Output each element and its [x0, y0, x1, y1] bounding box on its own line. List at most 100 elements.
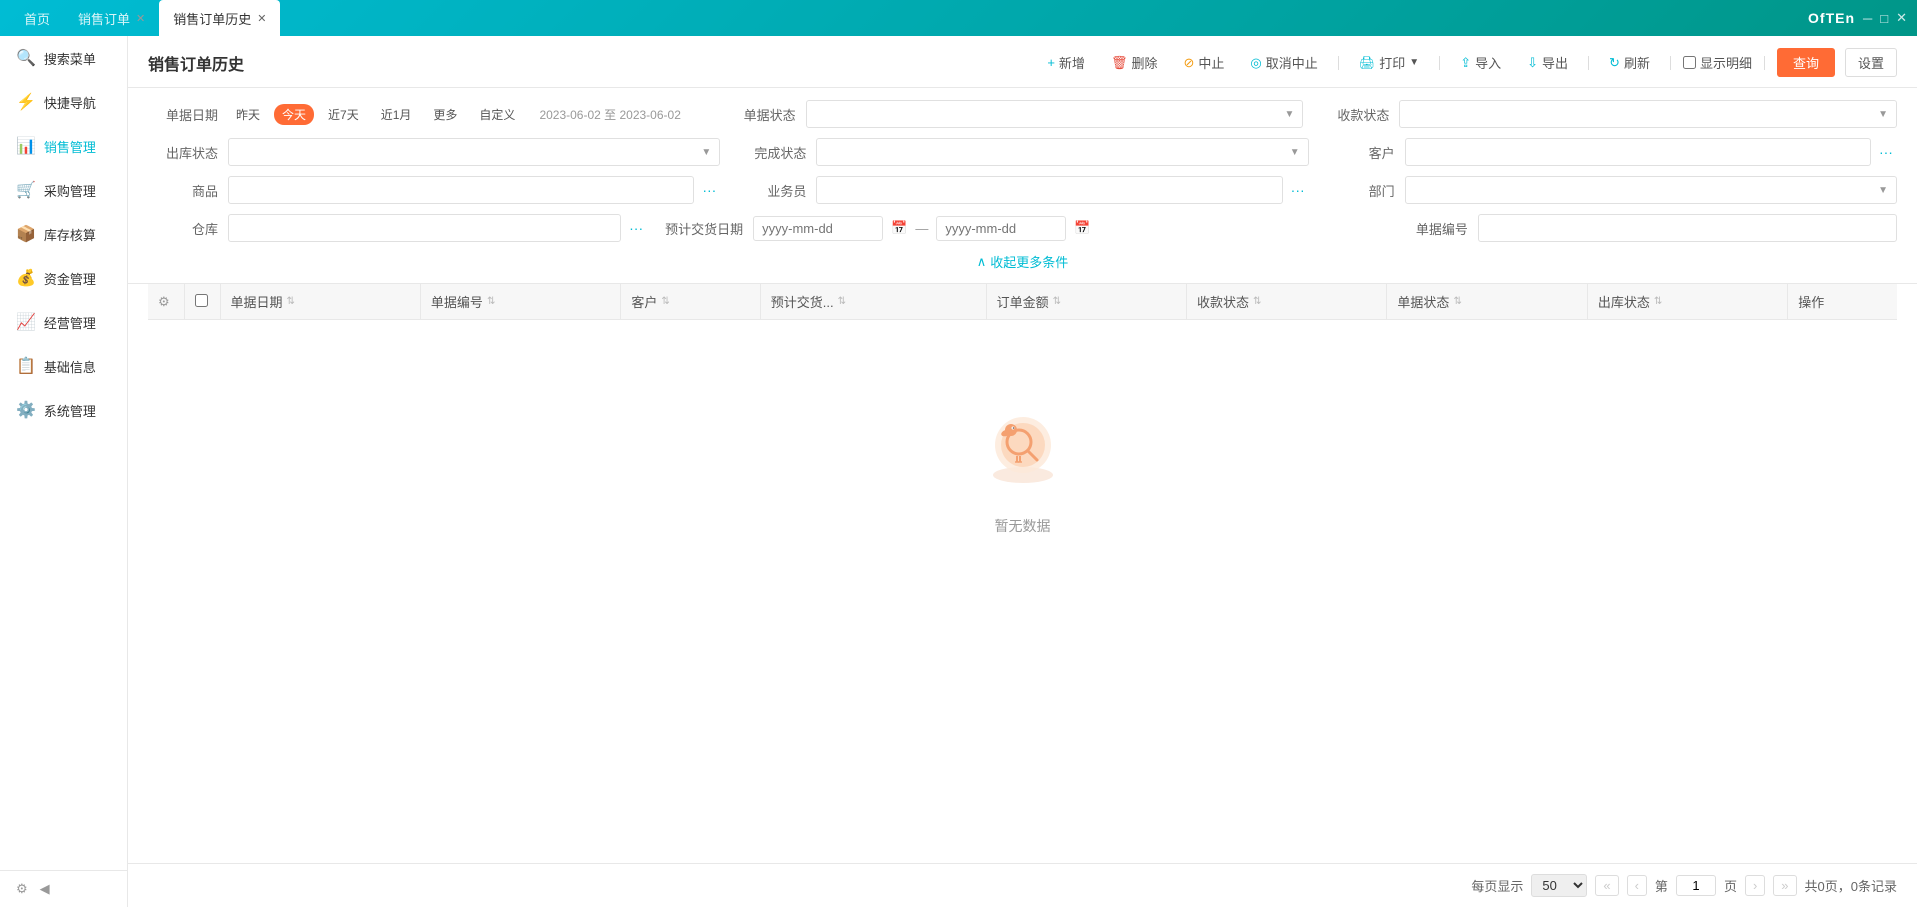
close-btn[interactable]: ✕	[1896, 10, 1907, 26]
date-tag-1month[interactable]: 近1月	[373, 104, 420, 125]
delivery-status-select[interactable]: ▼	[228, 138, 720, 166]
prev-page-button[interactable]: ‹	[1627, 875, 1647, 896]
print-button[interactable]: 🖨 打印 ▼	[1351, 49, 1427, 76]
date-tag-custom[interactable]: 自定义	[471, 104, 523, 125]
delete-button[interactable]: 🗑 删除	[1103, 49, 1166, 76]
th-date[interactable]: 单据日期 ⇅	[220, 284, 420, 320]
new-label: 新增	[1059, 53, 1085, 72]
th-customer[interactable]: 客户 ⇅	[621, 284, 760, 320]
salesperson-label: 业务员	[736, 181, 816, 200]
maximize-btn[interactable]: □	[1880, 11, 1888, 26]
sidebar-item-inventory[interactable]: 📦 库存核算	[0, 212, 127, 256]
date-tag-yesterday[interactable]: 昨天	[228, 104, 268, 125]
th-delivery[interactable]: 预计交货... ⇅	[760, 284, 986, 320]
finance-icon: 💰	[16, 268, 36, 288]
sidebar-item-basic-info[interactable]: 📋 基础信息	[0, 344, 127, 388]
import-button[interactable]: ⇪ 导入	[1452, 49, 1509, 76]
close-tab-sales-order[interactable]: ✕	[136, 12, 145, 25]
sidebar-item-sys-mgmt[interactable]: ⚙️ 系统管理	[0, 388, 127, 432]
sidebar-item-quick-nav[interactable]: ⚡ 快捷导航	[0, 80, 127, 124]
sidebar-item-search-menu[interactable]: 🔍 搜索菜单	[0, 36, 127, 80]
basic-info-icon: 📋	[16, 356, 36, 376]
page-number-input[interactable]	[1676, 875, 1716, 896]
show-detail-checkbox-label[interactable]: 显示明细	[1683, 53, 1752, 72]
th-order-status[interactable]: 单据状态 ⇅	[1387, 284, 1587, 320]
sidebar-label-inventory: 库存核算	[44, 225, 96, 244]
sidebar-item-sales-mgmt[interactable]: 📊 销售管理	[0, 124, 127, 168]
gear-icon[interactable]: ⚙	[158, 294, 170, 309]
top-bar: 首页 销售订单 ✕ 销售订单历史 ✕ OfTEn ─ □ ✕	[0, 0, 1917, 36]
tab-home[interactable]: 首页	[10, 0, 64, 36]
import-label: 导入	[1475, 53, 1501, 72]
filter-row-4: 仓库 ··· 预计交货日期 📅 — 📅 单据编号	[148, 214, 1897, 242]
export-label: 导出	[1542, 53, 1568, 72]
receipt-status-arrow: ▼	[1878, 109, 1888, 120]
stop-label: 中止	[1198, 53, 1224, 72]
date-sort-icon: ⇅	[287, 296, 295, 307]
per-page-select[interactable]: 50 20 100	[1531, 874, 1587, 897]
data-table: ⚙ 单据日期 ⇅ 单据编号	[148, 284, 1897, 616]
main-layout: 🔍 搜索菜单 ⚡ 快捷导航 📊 销售管理 🛒 采购管理 📦 库存核算 💰 资金管…	[0, 36, 1917, 907]
refresh-button[interactable]: ↻ 刷新	[1601, 49, 1658, 76]
expected-delivery-end[interactable]	[936, 216, 1066, 241]
sidebar-settings-icon[interactable]: ⚙	[16, 881, 28, 897]
cancel-stop-button[interactable]: ◎ 取消中止	[1242, 49, 1325, 76]
receipt-status-select[interactable]: ▼	[1399, 100, 1897, 128]
date-tag-7days[interactable]: 近7天	[320, 104, 367, 125]
warehouse-input[interactable]	[228, 214, 621, 242]
th-delivery-status[interactable]: 出库状态 ⇅	[1587, 284, 1787, 320]
salesperson-more-btn[interactable]: ···	[1287, 182, 1309, 198]
order-status-select[interactable]: ▼	[806, 100, 1304, 128]
show-detail-checkbox[interactable]	[1683, 56, 1696, 69]
th-order-status-label: 单据状态	[1397, 292, 1449, 311]
th-receipt-status[interactable]: 收款状态 ⇅	[1187, 284, 1387, 320]
setting-button[interactable]: 设置	[1845, 48, 1897, 77]
stop-button[interactable]: ⊘ 中止	[1175, 49, 1232, 76]
product-more-btn[interactable]: ···	[698, 182, 720, 198]
empty-state-cell: 暂无数据	[148, 320, 1897, 617]
order-number-input[interactable]	[1478, 214, 1897, 242]
sidebar-item-operation[interactable]: 📈 经营管理	[0, 300, 127, 344]
warehouse-more-btn[interactable]: ···	[625, 220, 647, 236]
new-button[interactable]: + 新增	[1039, 49, 1093, 76]
tab-sales-order[interactable]: 销售订单 ✕	[64, 0, 159, 36]
top-bar-right: OfTEn ─ □ ✕	[1808, 10, 1907, 26]
sidebar-collapse-icon[interactable]: ◀	[40, 881, 50, 897]
first-page-button[interactable]: «	[1595, 875, 1618, 896]
refresh-icon: ↻	[1609, 55, 1620, 71]
last-page-button[interactable]: »	[1773, 875, 1796, 896]
delivery-sort-icon: ⇅	[838, 296, 846, 307]
sidebar-item-finance[interactable]: 💰 资金管理	[0, 256, 127, 300]
next-page-button[interactable]: ›	[1745, 875, 1765, 896]
product-input[interactable]	[228, 176, 694, 204]
divider3	[1588, 56, 1589, 70]
export-button[interactable]: ⇩ 导出	[1519, 49, 1576, 76]
calendar-end-icon[interactable]: 📅	[1074, 220, 1090, 236]
divider4	[1670, 56, 1671, 70]
tab-sales-history[interactable]: 销售订单历史 ✕	[159, 0, 280, 36]
customer-more-btn[interactable]: ···	[1875, 144, 1897, 160]
th-delivery-label: 预计交货...	[771, 292, 834, 311]
query-button[interactable]: 查询	[1777, 48, 1835, 77]
filter-area: 单据日期 昨天 今天 近7天 近1月 更多 自定义 2023-06-02 至 2…	[128, 88, 1917, 284]
calendar-start-icon[interactable]: 📅	[891, 220, 907, 236]
close-tab-sales-history[interactable]: ✕	[257, 12, 266, 25]
date-tag-today[interactable]: 今天	[274, 104, 314, 125]
minimize-btn[interactable]: ─	[1863, 11, 1872, 26]
order-status-sort-icon: ⇅	[1453, 296, 1461, 307]
sidebar-item-purchase-mgmt[interactable]: 🛒 采购管理	[0, 168, 127, 212]
th-amount[interactable]: 订单金额 ⇅	[986, 284, 1186, 320]
th-number[interactable]: 单据编号 ⇅	[420, 284, 620, 320]
customer-input[interactable]	[1405, 138, 1871, 166]
salesperson-input[interactable]	[816, 176, 1282, 204]
department-select[interactable]: ▼	[1405, 176, 1897, 204]
sidebar-label-finance: 资金管理	[44, 269, 96, 288]
order-status-arrow: ▼	[1284, 109, 1294, 120]
select-all-checkbox[interactable]	[195, 294, 208, 307]
empty-state: 暂无数据	[148, 320, 1897, 616]
completion-status-select[interactable]: ▼	[816, 138, 1308, 166]
date-tag-more[interactable]: 更多	[425, 104, 465, 125]
th-actions-label: 操作	[1798, 295, 1824, 310]
expected-delivery-start[interactable]	[753, 216, 883, 241]
collapse-link[interactable]: ∧ 收起更多条件	[148, 252, 1897, 271]
